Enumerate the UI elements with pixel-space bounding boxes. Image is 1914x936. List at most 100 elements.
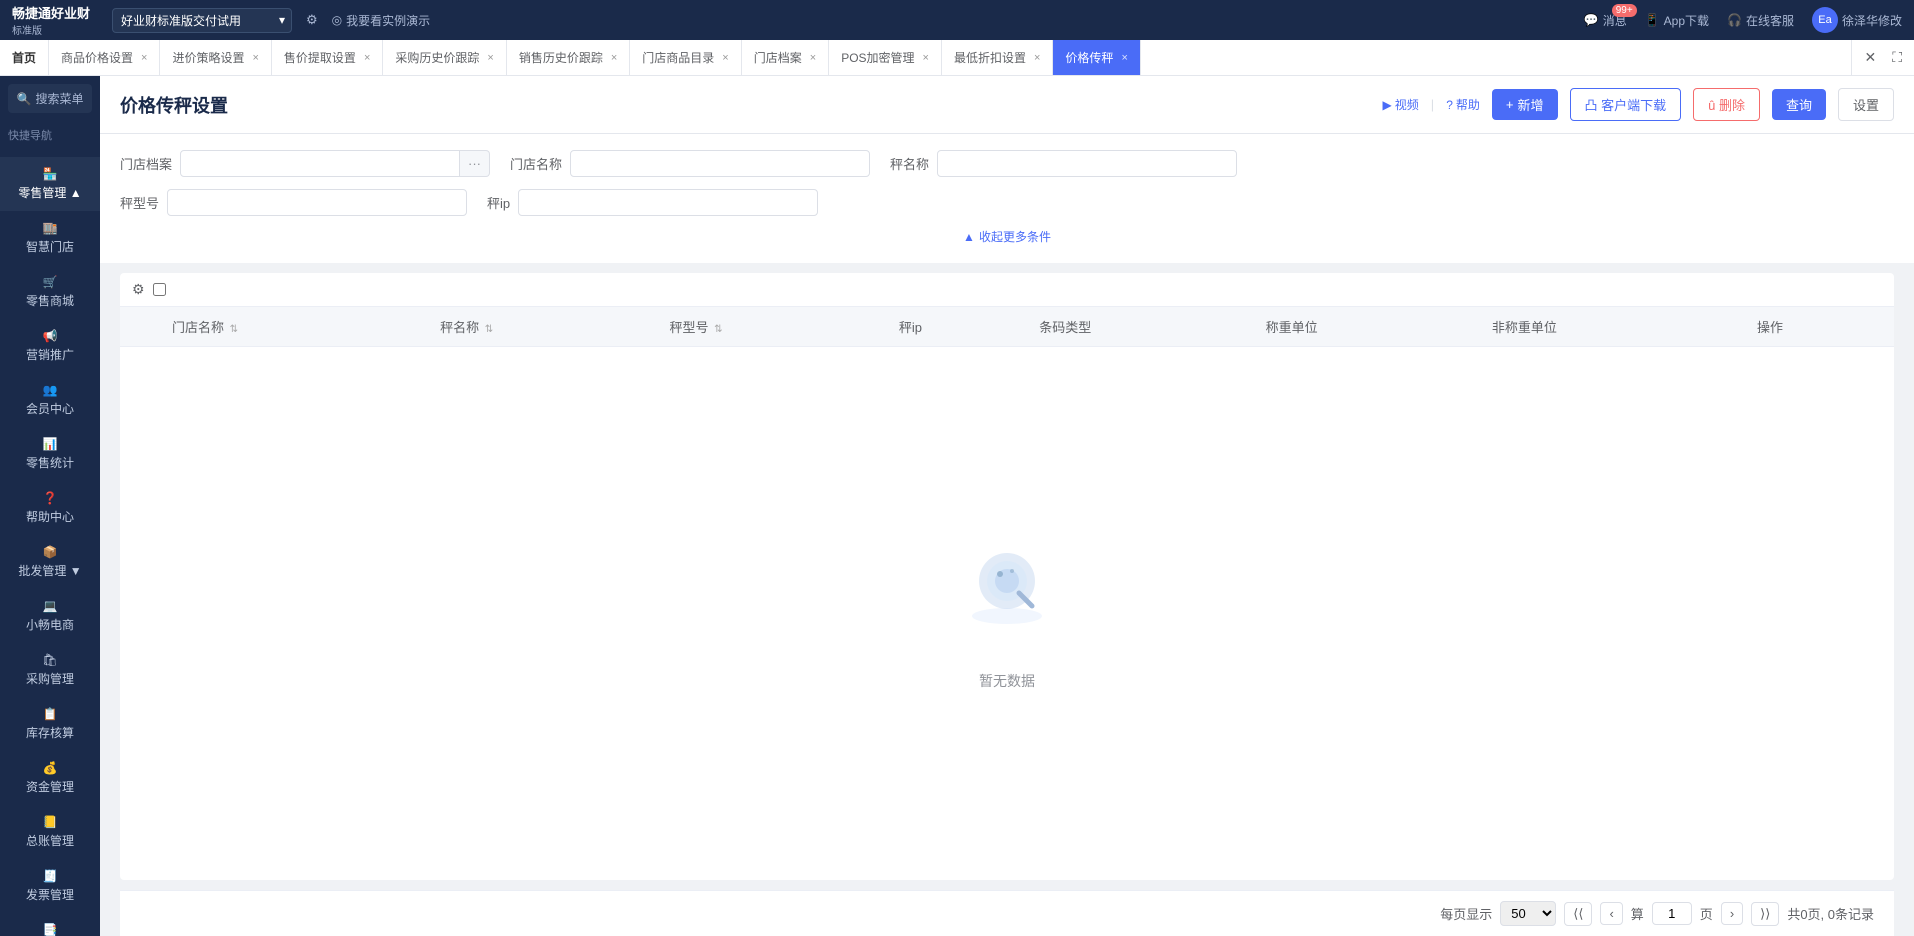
tab-price-scale[interactable]: 价格传秤 × (1053, 40, 1140, 76)
help-label: 帮助 (1456, 96, 1480, 113)
tab-sales-history[interactable]: 销售历史价跟踪 × (507, 40, 630, 76)
tab-purchase-history[interactable]: 采购历史价跟踪 × (383, 40, 506, 76)
sidebar-item-wholesale[interactable]: 📦 批发管理 ▼ (0, 535, 100, 589)
form-item-store-record: 门店档案 ··· (120, 150, 490, 177)
search-icon: 🔍 (17, 92, 32, 106)
tab-label: POS加密管理 (841, 49, 914, 66)
demo-label: 我要看实例演示 (346, 12, 430, 29)
store-record-extra-button[interactable]: ··· (460, 150, 490, 177)
close-icon[interactable]: × (1121, 52, 1127, 64)
th-barcode-type: 条码类型 (1027, 307, 1253, 347)
sidebar-item-tax[interactable]: 📑 税务管理 (0, 913, 100, 936)
username-label: 徐泽华修改 (1842, 12, 1902, 29)
th-weight-unit: 称重单位 (1254, 307, 1480, 347)
sidebar-item-ecommerce[interactable]: 💻 小畅电商 (0, 589, 100, 643)
retail-icon: 🏪 (43, 167, 58, 181)
tab-pos-management[interactable]: POS加密管理 × (829, 40, 942, 76)
close-icon[interactable]: × (611, 52, 617, 64)
demo-link[interactable]: ◎ 我要看实例演示 (332, 12, 431, 29)
sidebar-item-finance[interactable]: 💰 资金管理 (0, 751, 100, 805)
store-icon: 🏬 (43, 221, 58, 235)
help-link[interactable]: ? 帮助 (1446, 96, 1480, 113)
first-page-button[interactable]: ⟨⟨ (1564, 902, 1592, 926)
message-button[interactable]: 💬 消息 99+ (1584, 12, 1627, 29)
store-name-input[interactable] (570, 150, 870, 177)
scale-name-label: 秤名称 (890, 154, 929, 173)
table-settings-icon[interactable]: ⚙ (132, 281, 145, 298)
empty-icon (957, 536, 1057, 655)
add-icon: + (1506, 97, 1514, 112)
page-size-select[interactable]: 10 20 50 100 (1500, 901, 1556, 926)
sort-icon: ⇅ (230, 324, 238, 335)
settings-icon[interactable]: ⚙ (302, 8, 322, 32)
scale-model-input[interactable] (167, 189, 467, 216)
client-download-button[interactable]: 凸 客户端下载 (1570, 88, 1682, 121)
close-tab-icon[interactable]: ✕ (1860, 47, 1880, 68)
add-button[interactable]: + 新增 (1492, 89, 1558, 120)
query-button[interactable]: 查询 (1772, 89, 1826, 120)
tab-min-discount[interactable]: 最低折扣设置 × (942, 40, 1053, 76)
tab-label: 采购历史价跟踪 (395, 49, 479, 66)
main-layout: 🔍 搜索菜单 快捷导航 🏪 零售管理 ▲ 🏬 智慧门店 🛒 零售商城 📢 营销推… (0, 76, 1914, 936)
sidebar-item-retail-mall[interactable]: 🛒 零售商城 (0, 265, 100, 319)
delete-button[interactable]: û 删除 (1693, 88, 1760, 121)
member-icon: 👥 (43, 383, 58, 397)
app-download-button[interactable]: 📱 App下载 (1645, 12, 1709, 29)
close-icon[interactable]: × (364, 52, 370, 64)
demo-icon: ◎ (332, 13, 342, 27)
select-all-checkbox[interactable] (153, 283, 166, 296)
sidebar-item-ledger[interactable]: 📒 总账管理 (0, 805, 100, 859)
th-store-name: 门店名称 ⇅ (160, 307, 428, 347)
ledger-icon: 📒 (43, 815, 58, 829)
collapse-button[interactable]: ▲ 收起更多条件 (963, 228, 1051, 245)
store-record-label: 门店档案 (120, 154, 172, 173)
sidebar-item-smart-store[interactable]: 🏬 智慧门店 (0, 211, 100, 265)
tab-label: 价格传秤 (1065, 49, 1113, 66)
page-label: 页 (1700, 904, 1713, 923)
tab-purchase-strategy[interactable]: 进价策略设置 × (160, 40, 271, 76)
settings-btn[interactable]: 设置 (1838, 88, 1894, 121)
sidebar-item-retail-management[interactable]: 🏪 零售管理 ▲ (0, 157, 100, 211)
sidebar-item-retail-stats[interactable]: 📊 零售统计 (0, 427, 100, 481)
collapse-label: 收起更多条件 (979, 228, 1051, 245)
sidebar-item-help[interactable]: ❓ 帮助中心 (0, 481, 100, 535)
video-link[interactable]: ▶ 视频 (1383, 96, 1419, 113)
top-bar-right: 💬 消息 99+ 📱 App下载 🎧 在线客服 Ea 徐泽华修改 (1584, 7, 1902, 33)
close-icon[interactable]: × (487, 52, 493, 64)
tab-sale-price[interactable]: 售价提取设置 × (272, 40, 383, 76)
collapse-btn-area: ▲ 收起更多条件 (120, 228, 1894, 245)
sidebar-item-marketing[interactable]: 📢 营销推广 (0, 319, 100, 373)
sort-icon: ⇅ (485, 324, 493, 335)
store-record-input[interactable] (180, 150, 460, 177)
sidebar-item-inventory[interactable]: 📋 库存核算 (0, 697, 100, 751)
tab-store-catalog[interactable]: 门店商品目录 × (630, 40, 741, 76)
delete-label: û 删除 (1708, 95, 1745, 114)
online-service-button[interactable]: 🎧 在线客服 (1727, 12, 1794, 29)
close-icon[interactable]: × (923, 52, 929, 64)
scale-ip-input[interactable] (518, 189, 818, 216)
sidebar-item-invoice[interactable]: 🧾 发票管理 (0, 859, 100, 913)
wholesale-icon: 📦 (43, 545, 58, 559)
form-row-1: 门店档案 ··· 门店名称 秤名称 (120, 150, 1894, 177)
user-menu[interactable]: Ea 徐泽华修改 (1812, 7, 1902, 33)
prev-page-button[interactable]: ‹ (1600, 902, 1622, 925)
maximize-icon[interactable]: ⛶ (1888, 47, 1906, 68)
next-page-button[interactable]: › (1721, 902, 1743, 925)
tab-home[interactable]: 首页 (0, 40, 49, 76)
search-menu-button[interactable]: 🔍 搜索菜单 (8, 84, 92, 113)
close-icon[interactable]: × (252, 52, 258, 64)
scale-name-input[interactable] (937, 150, 1237, 177)
close-icon[interactable]: × (1034, 52, 1040, 64)
search-form: 门店档案 ··· 门店名称 秤名称 秤型号 (100, 134, 1914, 263)
page-input[interactable] (1652, 902, 1692, 925)
close-icon[interactable]: × (141, 52, 147, 64)
tab-store-record[interactable]: 门店档案 × (742, 40, 829, 76)
last-page-button[interactable]: ⟩⟩ (1751, 902, 1779, 926)
tab-product-price[interactable]: 商品价格设置 × (49, 40, 160, 76)
sidebar-item-member[interactable]: 👥 会员中心 (0, 373, 100, 427)
close-icon[interactable]: × (722, 52, 728, 64)
version-selector[interactable]: 好业财标准版交付试用 ▾ (112, 8, 292, 33)
close-icon[interactable]: × (810, 52, 816, 64)
sidebar-item-purchase[interactable]: 🛍 采购管理 (0, 643, 100, 697)
app-subtitle: 标准版 (12, 22, 42, 37)
